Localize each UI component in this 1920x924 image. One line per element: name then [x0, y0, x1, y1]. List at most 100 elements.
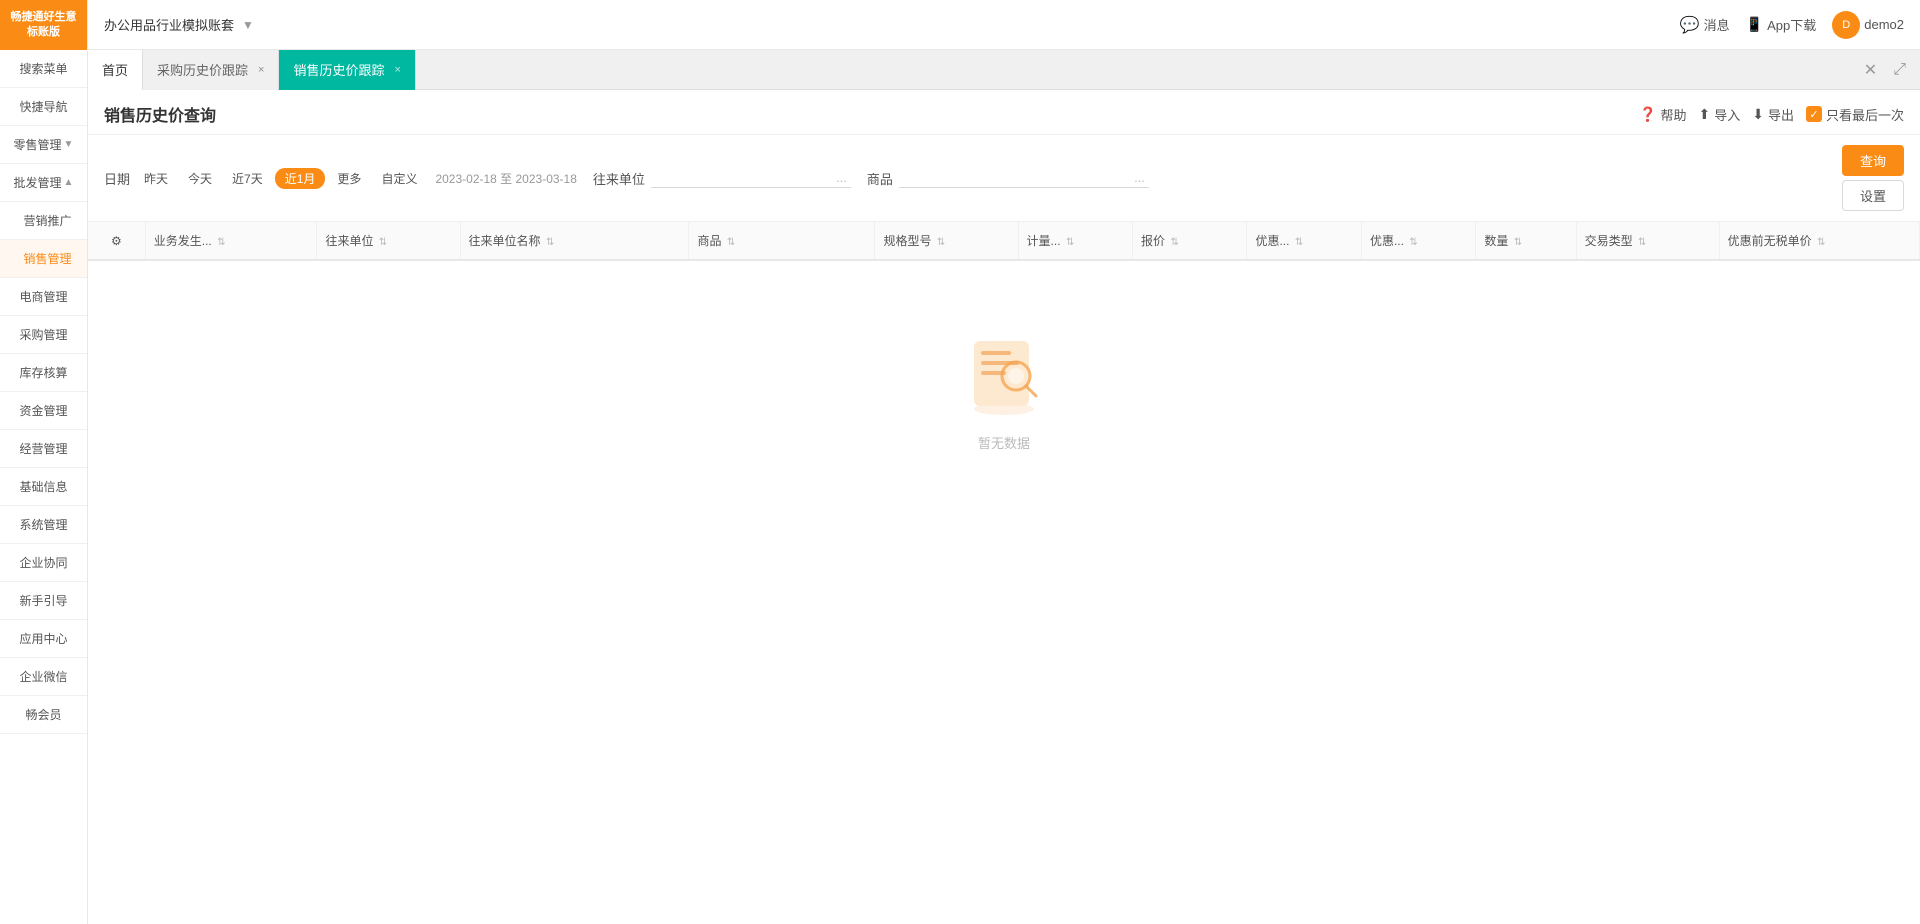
sidebar-item-label: 企业微信 — [19, 670, 67, 684]
sidebar-item-label: 销售管理 — [23, 252, 71, 266]
tab-purchase-history[interactable]: 采购历史价跟踪 × — [143, 50, 279, 90]
sort-icon: ⇅ — [217, 237, 225, 248]
message-button[interactable]: 💬 消息 — [1680, 15, 1730, 35]
sidebar-item-member[interactable]: 畅会员 — [0, 696, 87, 734]
page-header-actions: ❓ 帮助 ⬆ 导入 ⬇ 导出 只看最后一次 — [1639, 105, 1904, 124]
th-spec[interactable]: 规格型号 ⇅ — [875, 222, 1018, 260]
sidebar-item-guide[interactable]: 新手引导 — [0, 582, 87, 620]
sidebar-item-appcenter[interactable]: 应用中心 — [0, 620, 87, 658]
export-button[interactable]: ⬇ 导出 — [1752, 105, 1794, 124]
sidebar-item-label: 零售管理 — [14, 136, 62, 153]
partner-select-dots[interactable]: ... — [836, 170, 847, 185]
download-icon: 📱 — [1746, 16, 1763, 33]
date-btn-last7[interactable]: 近7天 — [224, 168, 271, 189]
tab-home[interactable]: 首页 — [88, 50, 143, 90]
dropdown-icon[interactable]: ▼ — [242, 18, 254, 32]
sidebar-item-purchase[interactable]: 采购管理 — [0, 316, 87, 354]
checkbox-icon — [1806, 106, 1822, 122]
empty-state: 暂无数据 — [88, 261, 1920, 512]
import-button[interactable]: ⬆ 导入 — [1698, 105, 1740, 124]
th-partner-name[interactable]: 往来单位名称 ⇅ — [460, 222, 689, 260]
date-btn-last1m[interactable]: 近1月 — [275, 168, 326, 189]
sidebar-item-ecommerce[interactable]: 电商管理 — [0, 278, 87, 316]
sidebar-item-label: 畅会员 — [25, 708, 61, 722]
sidebar-item-search[interactable]: 搜索菜单 — [0, 50, 87, 88]
app-download-button[interactable]: 📱 App下载 — [1746, 15, 1817, 34]
sidebar-item-operations[interactable]: 经营管理 — [0, 430, 87, 468]
date-buttons: 昨天 今天 近7天 近1月 更多 自定义 — [136, 168, 425, 189]
sort-icon: ⇅ — [546, 237, 554, 248]
close-tab-button[interactable]: ✕ — [1858, 58, 1883, 82]
sidebar-item-label: 采购管理 — [19, 328, 67, 342]
sidebar-logo[interactable]: 畅捷通好生意 标账版 — [0, 0, 87, 50]
sidebar-item-label: 电商管理 — [19, 290, 67, 304]
table-header-row: ⚙ 业务发生... ⇅ 往来单位 ⇅ 往来单位名称 ⇅ — [88, 222, 1920, 260]
th-discount2[interactable]: 优惠... ⇅ — [1361, 222, 1475, 260]
sort-icon: ⇅ — [1170, 237, 1178, 248]
filter-actions: 查询 设置 — [1842, 145, 1904, 211]
page-header: 销售历史价查询 ❓ 帮助 ⬆ 导入 ⬇ 导出 — [88, 90, 1920, 135]
export-icon: ⬇ — [1752, 106, 1764, 123]
sidebar-item-label: 批发管理 — [14, 174, 62, 191]
tab-sales-history-close[interactable]: × — [394, 64, 400, 76]
th-trade-type[interactable]: 交易类型 ⇅ — [1576, 222, 1719, 260]
date-btn-more[interactable]: 更多 — [329, 168, 369, 189]
sort-icon: ⇅ — [1295, 237, 1303, 248]
sidebar-item-wechat[interactable]: 企业微信 — [0, 658, 87, 696]
user-info[interactable]: D demo2 — [1832, 11, 1904, 39]
only-last-checkbox[interactable]: 只看最后一次 — [1806, 105, 1904, 124]
sidebar-item-system[interactable]: 系统管理 — [0, 506, 87, 544]
help-icon: ❓ — [1639, 106, 1656, 123]
help-button[interactable]: ❓ 帮助 — [1639, 105, 1686, 124]
partner-select[interactable]: ... — [651, 168, 851, 188]
th-settings[interactable]: ⚙ — [88, 222, 145, 260]
sidebar-item-basic[interactable]: 基础信息 — [0, 468, 87, 506]
th-quote[interactable]: 报价 ⇅ — [1133, 222, 1247, 260]
message-label: 消息 — [1704, 15, 1730, 34]
settings-button[interactable]: 设置 — [1842, 180, 1904, 211]
sidebar-item-label: 系统管理 — [19, 518, 67, 532]
sort-icon: ⇅ — [1514, 237, 1522, 248]
sort-icon: ⇅ — [937, 237, 945, 248]
th-unit[interactable]: 计量... ⇅ — [1018, 222, 1132, 260]
th-biz-date[interactable]: 业务发生... ⇅ — [145, 222, 317, 260]
th-pretax-price[interactable]: 优惠前无税单价 ⇅ — [1719, 222, 1919, 260]
sidebar-item-label: 搜索菜单 — [19, 62, 67, 76]
sidebar-item-finance[interactable]: 资金管理 — [0, 392, 87, 430]
page-area: 销售历史价查询 ❓ 帮助 ⬆ 导入 ⬇ 导出 — [88, 90, 1920, 924]
tab-sales-history[interactable]: 销售历史价跟踪 × — [279, 50, 415, 90]
th-partner-code[interactable]: 往来单位 ⇅ — [317, 222, 460, 260]
date-btn-today[interactable]: 今天 — [180, 168, 220, 189]
tab-purchase-history-close[interactable]: × — [258, 64, 264, 76]
sidebar-item-label: 营销推广 — [23, 214, 71, 228]
maximize-button[interactable]: ⤢ — [1887, 59, 1912, 81]
sidebar-item-label: 新手引导 — [19, 594, 67, 608]
chevron-up-icon: ▲ — [64, 177, 74, 188]
date-range: 2023-02-18 至 2023-03-18 — [435, 170, 576, 187]
date-label: 日期 — [104, 169, 130, 188]
th-discount1[interactable]: 优惠... ⇅ — [1247, 222, 1361, 260]
import-icon: ⬆ — [1698, 106, 1710, 123]
th-product[interactable]: 商品 ⇅ — [689, 222, 875, 260]
sidebar-item-wholesale[interactable]: 批发管理 ▲ — [0, 164, 87, 202]
sidebar-item-label: 应用中心 — [19, 632, 67, 646]
th-quantity[interactable]: 数量 ⇅ — [1476, 222, 1576, 260]
product-select-dots[interactable]: ... — [1134, 170, 1145, 185]
message-icon: 💬 — [1680, 15, 1700, 35]
query-button[interactable]: 查询 — [1842, 145, 1904, 176]
product-label: 商品 — [867, 169, 893, 188]
sidebar-item-label: 经营管理 — [19, 442, 67, 456]
sidebar-item-shortcuts[interactable]: 快捷导航 — [0, 88, 87, 126]
sidebar-item-marketing[interactable]: 营销推广 — [0, 202, 87, 240]
main-content: 办公用品行业模拟账套 ▼ 💬 消息 📱 App下载 D demo2 — [88, 0, 1920, 924]
sidebar-item-sales[interactable]: 销售管理 — [0, 240, 87, 278]
sidebar-item-inventory[interactable]: 库存核算 — [0, 354, 87, 392]
date-btn-custom[interactable]: 自定义 — [373, 168, 425, 189]
product-select[interactable]: ... — [899, 168, 1149, 188]
date-btn-yesterday[interactable]: 昨天 — [136, 168, 176, 189]
sidebar-item-retail[interactable]: 零售管理 ▼ — [0, 126, 87, 164]
tabs-controls: ✕ ⤢ — [1858, 58, 1920, 82]
sidebar-item-cooperation[interactable]: 企业协同 — [0, 544, 87, 582]
sort-icon: ⇅ — [1409, 237, 1417, 248]
sidebar-item-label: 基础信息 — [19, 480, 67, 494]
